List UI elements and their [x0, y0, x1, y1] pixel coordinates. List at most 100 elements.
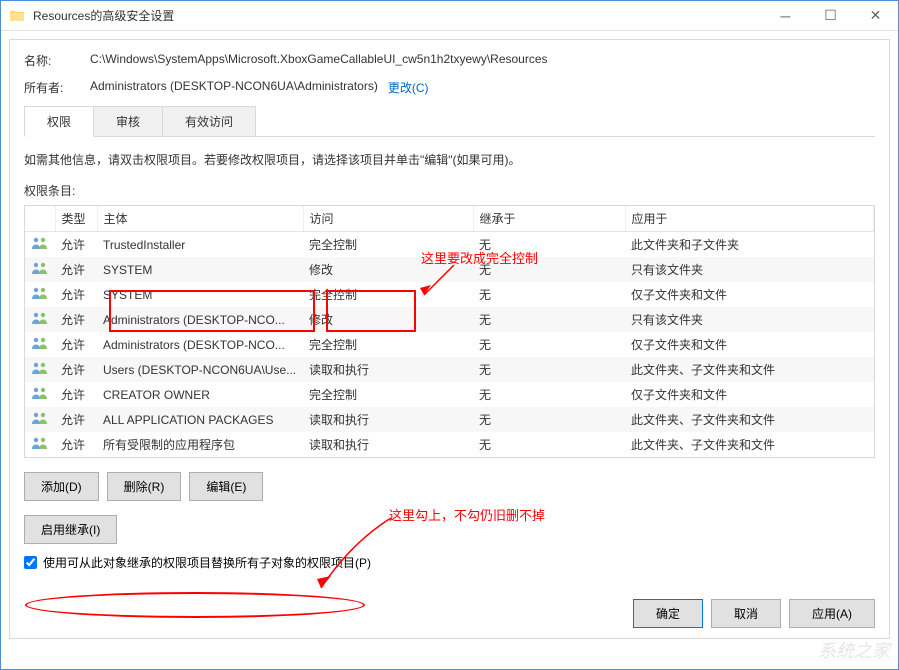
permission-entries-label: 权限条目: — [24, 182, 875, 199]
users-icon — [31, 236, 49, 250]
table-row[interactable]: 允许 SYSTEM 修改 无 只有该文件夹 — [25, 257, 874, 282]
titlebar: Resources的高级安全设置 ─ ☐ ✕ — [1, 1, 898, 31]
close-button[interactable]: ✕ — [853, 1, 898, 31]
table-row[interactable]: 允许 TrustedInstaller 完全控制 无 此文件夹和子文件夹 — [25, 232, 874, 258]
cell-applies: 此文件夹、子文件夹和文件 — [625, 407, 874, 432]
cell-principal: TrustedInstaller — [97, 232, 303, 258]
cell-inherited: 无 — [473, 357, 625, 382]
minimize-button[interactable]: ─ — [763, 1, 808, 31]
window-controls: ─ ☐ ✕ — [763, 1, 898, 31]
maximize-button[interactable]: ☐ — [808, 1, 853, 31]
cell-inherited: 无 — [473, 432, 625, 457]
cell-applies: 只有该文件夹 — [625, 257, 874, 282]
users-icon — [31, 386, 49, 400]
cell-access: 完全控制 — [303, 232, 473, 258]
cell-access: 读取和执行 — [303, 407, 473, 432]
window-title: Resources的高级安全设置 — [33, 7, 763, 24]
users-icon — [31, 436, 49, 450]
cell-principal: Administrators (DESKTOP-NCO... — [97, 307, 303, 332]
cell-applies: 此文件夹和子文件夹 — [625, 232, 874, 258]
cell-principal: Administrators (DESKTOP-NCO... — [97, 332, 303, 357]
users-icon — [31, 261, 49, 275]
cancel-button[interactable]: 取消 — [711, 599, 781, 628]
cell-type: 允许 — [55, 232, 97, 258]
cell-principal: 所有受限制的应用程序包 — [97, 432, 303, 457]
cell-type: 允许 — [55, 357, 97, 382]
replace-child-permissions-label[interactable]: 使用可从此对象继承的权限项目替换所有子对象的权限项目(P) — [43, 554, 371, 571]
cell-inherited: 无 — [473, 257, 625, 282]
tab-auditing[interactable]: 审核 — [93, 106, 163, 136]
action-buttons: 添加(D) 删除(R) 编辑(E) — [24, 472, 875, 501]
cell-inherited: 无 — [473, 407, 625, 432]
col-inherited-header[interactable]: 继承于 — [473, 206, 625, 232]
col-access-header[interactable]: 访问 — [303, 206, 473, 232]
users-icon — [31, 361, 49, 375]
owner-value: Administrators (DESKTOP-NCON6UA\Administ… — [90, 79, 378, 96]
cell-applies: 此文件夹、子文件夹和文件 — [625, 432, 874, 457]
users-icon — [31, 286, 49, 300]
col-icon-header[interactable] — [25, 206, 55, 232]
cell-type: 允许 — [55, 307, 97, 332]
cell-applies: 仅子文件夹和文件 — [625, 332, 874, 357]
table-row[interactable]: 允许 Administrators (DESKTOP-NCO... 修改 无 只… — [25, 307, 874, 332]
dialog-body: 名称: C:\Windows\SystemApps\Microsoft.Xbox… — [9, 39, 890, 639]
name-value: C:\Windows\SystemApps\Microsoft.XboxGame… — [90, 52, 548, 69]
cell-inherited: 无 — [473, 332, 625, 357]
cell-applies: 此文件夹、子文件夹和文件 — [625, 357, 874, 382]
permissions-table: 类型 主体 访问 继承于 应用于 允许 TrustedInstaller 完全控… — [25, 206, 874, 457]
cell-inherited: 无 — [473, 307, 625, 332]
ok-button[interactable]: 确定 — [633, 599, 703, 628]
col-applies-header[interactable]: 应用于 — [625, 206, 874, 232]
cell-access: 读取和执行 — [303, 357, 473, 382]
tab-permissions[interactable]: 权限 — [24, 106, 94, 137]
cell-inherited: 无 — [473, 382, 625, 407]
cell-principal: ALL APPLICATION PACKAGES — [97, 407, 303, 432]
table-row[interactable]: 允许 Users (DESKTOP-NCON6UA\Use... 读取和执行 无… — [25, 357, 874, 382]
tabs: 权限 审核 有效访问 — [24, 106, 875, 137]
remove-button[interactable]: 删除(R) — [107, 472, 182, 501]
cell-access: 修改 — [303, 257, 473, 282]
cell-applies: 只有该文件夹 — [625, 307, 874, 332]
cell-principal: SYSTEM — [97, 257, 303, 282]
permissions-table-container: 类型 主体 访问 继承于 应用于 允许 TrustedInstaller 完全控… — [24, 205, 875, 458]
hint-text: 如需其他信息，请双击权限项目。若要修改权限项目，请选择该项目并单击"编辑"(如果… — [24, 151, 875, 168]
cell-access: 完全控制 — [303, 332, 473, 357]
users-icon — [31, 336, 49, 350]
table-row[interactable]: 允许 所有受限制的应用程序包 读取和执行 无 此文件夹、子文件夹和文件 — [25, 432, 874, 457]
col-type-header[interactable]: 类型 — [55, 206, 97, 232]
users-icon — [31, 311, 49, 325]
table-row[interactable]: 允许 CREATOR OWNER 完全控制 无 仅子文件夹和文件 — [25, 382, 874, 407]
edit-button[interactable]: 编辑(E) — [189, 472, 263, 501]
cell-access: 完全控制 — [303, 282, 473, 307]
cell-type: 允许 — [55, 332, 97, 357]
change-owner-link[interactable]: 更改(C) — [388, 79, 429, 96]
cell-type: 允许 — [55, 382, 97, 407]
cell-type: 允许 — [55, 407, 97, 432]
table-row[interactable]: 允许 Administrators (DESKTOP-NCO... 完全控制 无… — [25, 332, 874, 357]
add-button[interactable]: 添加(D) — [24, 472, 99, 501]
cell-inherited: 无 — [473, 282, 625, 307]
folder-icon — [9, 8, 25, 24]
cell-principal: SYSTEM — [97, 282, 303, 307]
col-principal-header[interactable]: 主体 — [97, 206, 303, 232]
tab-effective-access[interactable]: 有效访问 — [162, 106, 256, 136]
cell-principal: CREATOR OWNER — [97, 382, 303, 407]
apply-button[interactable]: 应用(A) — [789, 599, 875, 628]
cell-access: 修改 — [303, 307, 473, 332]
cell-type: 允许 — [55, 432, 97, 457]
name-label: 名称: — [24, 52, 90, 69]
enable-inheritance-button[interactable]: 启用继承(I) — [24, 515, 117, 544]
cell-access: 完全控制 — [303, 382, 473, 407]
cell-type: 允许 — [55, 282, 97, 307]
cell-applies: 仅子文件夹和文件 — [625, 282, 874, 307]
replace-child-permissions-row: 使用可从此对象继承的权限项目替换所有子对象的权限项目(P) — [24, 554, 875, 571]
table-row[interactable]: 允许 SYSTEM 完全控制 无 仅子文件夹和文件 — [25, 282, 874, 307]
cell-access: 读取和执行 — [303, 432, 473, 457]
users-icon — [31, 411, 49, 425]
cell-applies: 仅子文件夹和文件 — [625, 382, 874, 407]
owner-label: 所有者: — [24, 79, 90, 96]
footer-buttons: 确定 取消 应用(A) — [633, 599, 875, 628]
replace-child-permissions-checkbox[interactable] — [24, 556, 37, 569]
cell-type: 允许 — [55, 257, 97, 282]
table-row[interactable]: 允许 ALL APPLICATION PACKAGES 读取和执行 无 此文件夹… — [25, 407, 874, 432]
